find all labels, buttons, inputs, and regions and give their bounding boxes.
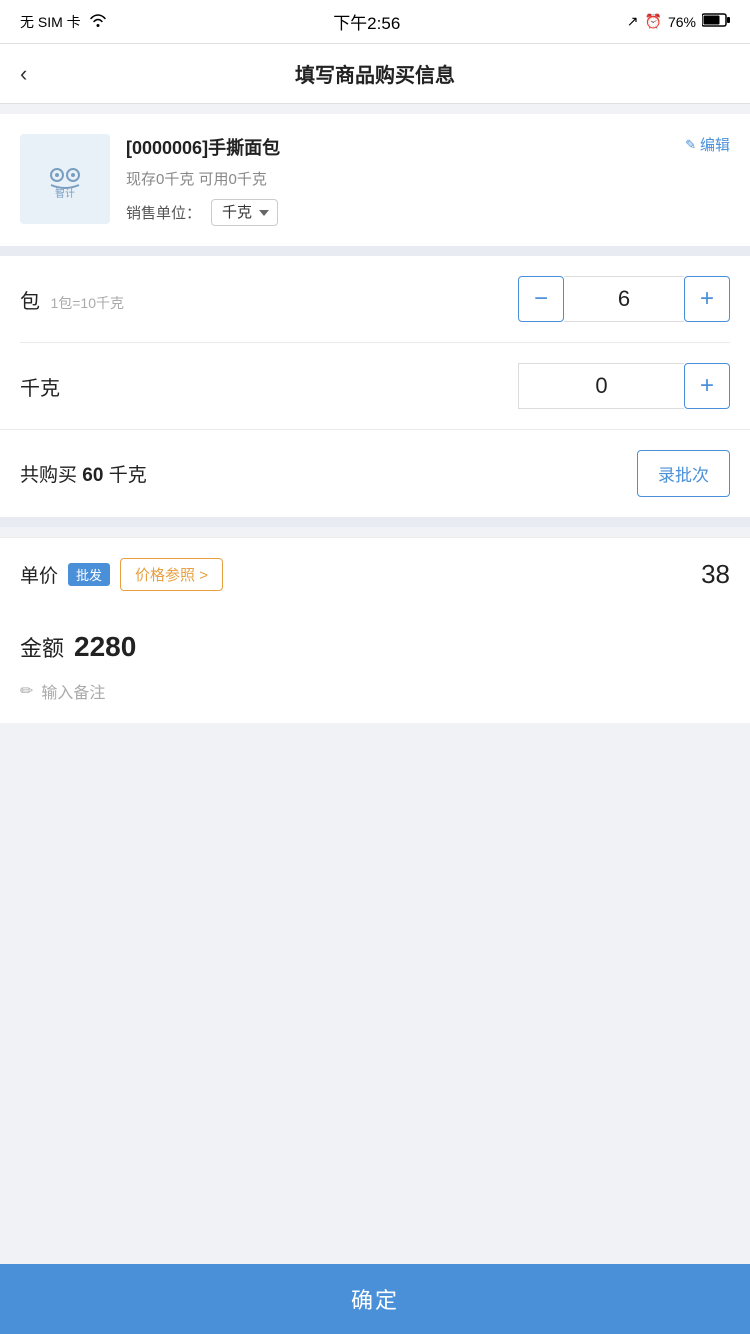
quantity-input-bao[interactable] bbox=[564, 276, 684, 322]
svg-text:智计: 智计 bbox=[55, 187, 75, 199]
alarm-icon: ⏰ bbox=[645, 13, 662, 30]
quantity-controls-bao: − + bbox=[518, 276, 730, 322]
battery-text: 76% bbox=[668, 14, 696, 30]
remark-placeholder: 输入备注 bbox=[41, 679, 105, 703]
pencil-icon: ✏ bbox=[20, 681, 33, 701]
product-info: [0000006]手撕面包 现存0千克 可用0千克 销售单位： 千克 包 bbox=[126, 134, 730, 226]
price-label: 单价 bbox=[20, 561, 58, 588]
edit-button[interactable]: ✎ 编辑 bbox=[685, 134, 730, 155]
minus-button-bao[interactable]: − bbox=[518, 276, 564, 322]
price-ref-button[interactable]: 价格参照 > bbox=[120, 558, 223, 591]
plus-button-kg[interactable]: + bbox=[684, 363, 730, 409]
carrier-text: 无 SIM 卡 bbox=[20, 12, 81, 32]
product-thumbnail: 智计 bbox=[20, 134, 110, 224]
quantity-label-kg: 千克 bbox=[20, 378, 60, 400]
status-time: 下午2:56 bbox=[333, 9, 400, 34]
price-row: 单价 批发 价格参照 > 38 bbox=[0, 537, 750, 611]
battery-icon bbox=[702, 13, 730, 30]
price-label-group: 单价 批发 价格参照 > bbox=[20, 558, 223, 591]
unit-label: 销售单位： bbox=[126, 202, 201, 223]
batch-button[interactable]: 录批次 bbox=[637, 450, 730, 497]
quantity-label-group-kg: 千克 bbox=[20, 372, 518, 401]
quantity-section: 包 1包=10千克 − + 千克 + bbox=[0, 256, 750, 429]
total-row: 共购买 60 千克 录批次 bbox=[0, 429, 750, 517]
back-button[interactable]: ‹ bbox=[20, 61, 27, 87]
wifi-icon bbox=[89, 13, 107, 30]
amount-row: 金额 2280 bbox=[20, 631, 730, 663]
amount-label: 金额 bbox=[20, 631, 64, 663]
content-area bbox=[0, 723, 750, 1003]
status-right: ↗ ⏰ 76% bbox=[627, 13, 730, 30]
quantity-row-kg: 千克 + bbox=[20, 343, 730, 429]
product-unit-row: 销售单位： 千克 包 bbox=[126, 199, 730, 226]
unit-select[interactable]: 千克 包 bbox=[211, 199, 278, 226]
page-title: 填写商品购买信息 bbox=[295, 59, 455, 88]
nav-bar: ‹ 填写商品购买信息 bbox=[0, 44, 750, 104]
product-card: 智计 [0000006]手撕面包 现存0千克 可用0千克 销售单位： 千克 包 … bbox=[0, 114, 750, 246]
quantity-hint-bao: 1包=10千克 bbox=[50, 295, 124, 311]
section-divider-1 bbox=[0, 246, 750, 256]
edit-label: 编辑 bbox=[700, 134, 730, 155]
amount-section: 金额 2280 ✏ 输入备注 bbox=[0, 611, 750, 723]
total-prefix: 共购买 bbox=[20, 465, 77, 486]
quantity-input-kg[interactable] bbox=[518, 363, 684, 409]
plus-button-bao[interactable]: + bbox=[684, 276, 730, 322]
amount-value: 2280 bbox=[74, 631, 136, 663]
confirm-button[interactable]: 确定 bbox=[0, 1264, 750, 1334]
status-bar: 无 SIM 卡 下午2:56 ↗ ⏰ 76% bbox=[0, 0, 750, 44]
product-name: [0000006]手撕面包 bbox=[126, 134, 730, 160]
price-badge: 批发 bbox=[68, 563, 110, 586]
edit-icon: ✎ bbox=[685, 137, 696, 153]
remark-row[interactable]: ✏ 输入备注 bbox=[20, 679, 730, 703]
quantity-controls-kg: + bbox=[518, 363, 730, 409]
total-unit: 千克 bbox=[109, 465, 147, 486]
status-left: 无 SIM 卡 bbox=[20, 12, 107, 32]
location-icon: ↗ bbox=[627, 13, 639, 30]
product-stock: 现存0千克 可用0千克 bbox=[126, 168, 730, 189]
quantity-label-bao: 包 bbox=[20, 291, 40, 313]
quantity-row-bao: 包 1包=10千克 − + bbox=[20, 256, 730, 343]
total-text: 共购买 60 千克 bbox=[20, 460, 147, 487]
section-divider-2 bbox=[0, 517, 750, 527]
price-value: 38 bbox=[701, 559, 730, 590]
quantity-label-group-bao: 包 1包=10千克 bbox=[20, 285, 518, 314]
total-amount: 60 bbox=[82, 465, 108, 486]
